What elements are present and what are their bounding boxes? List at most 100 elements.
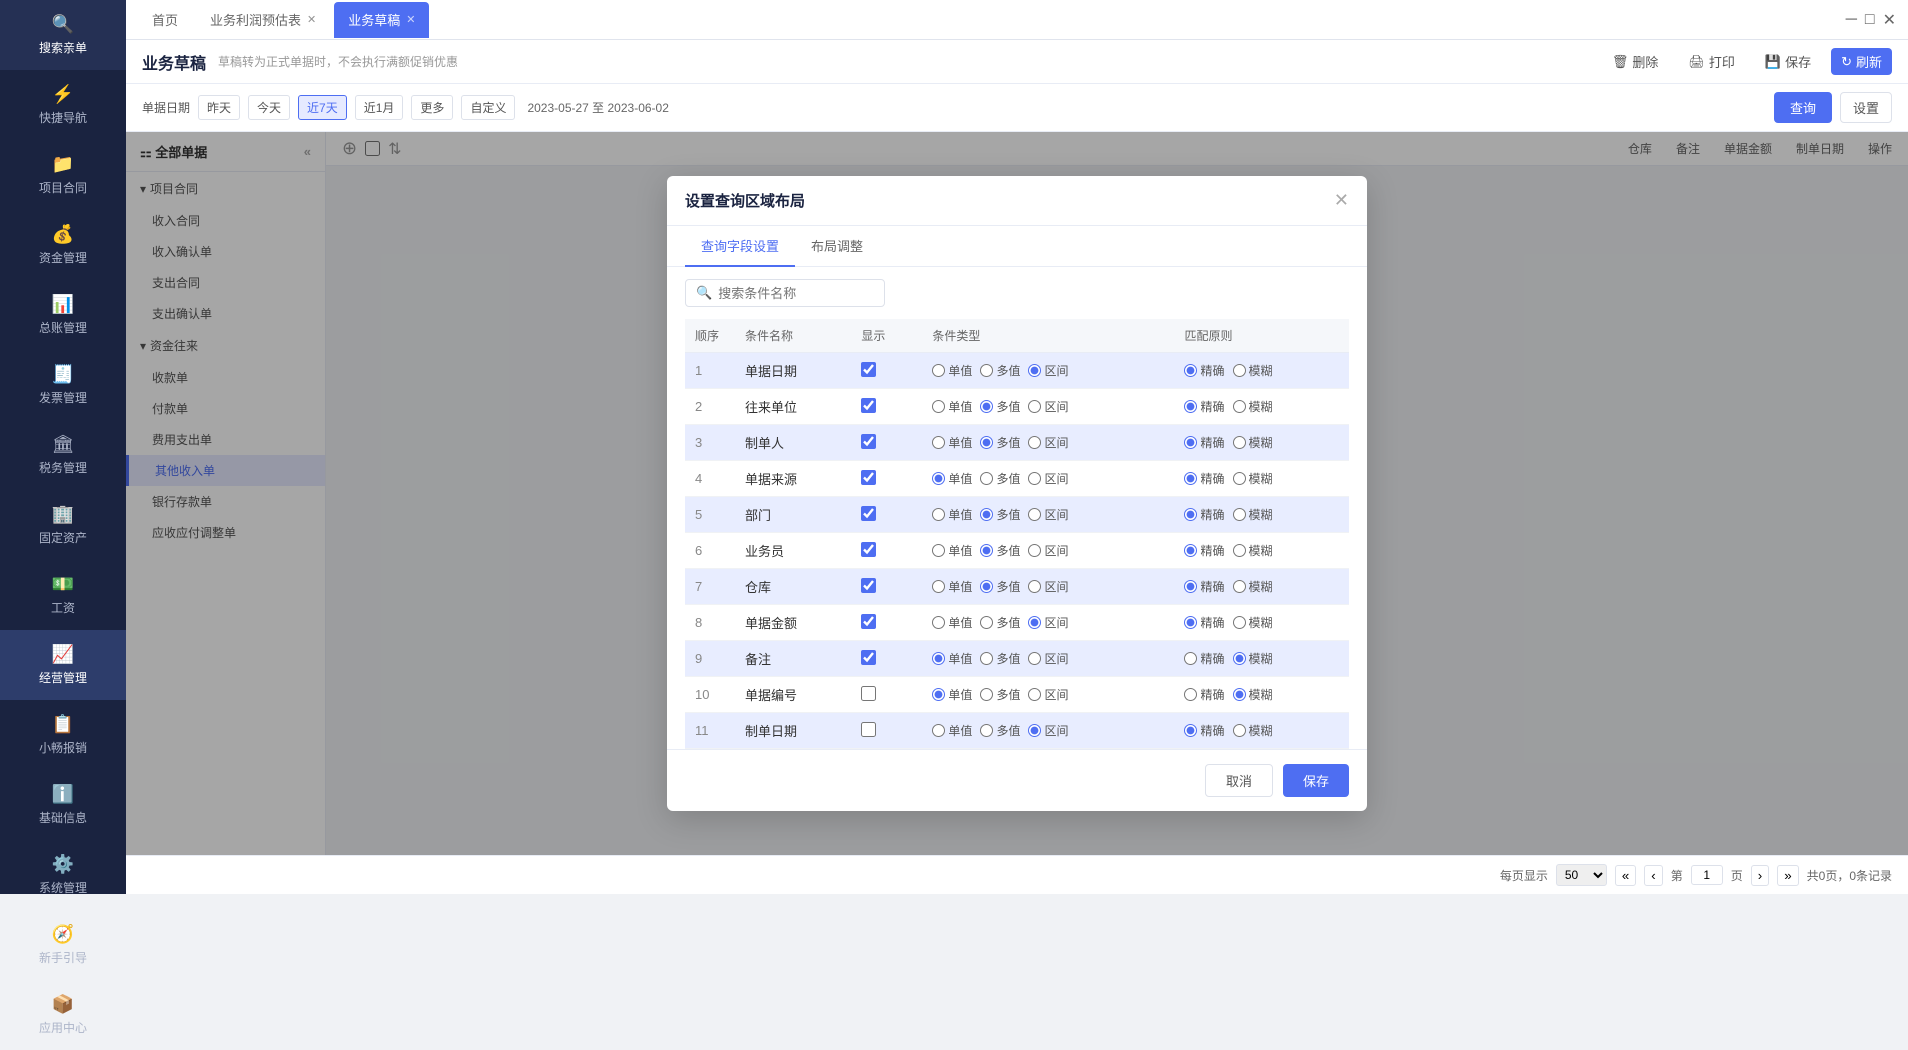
show-checkbox[interactable] [861,434,876,449]
prev-page-button[interactable]: ‹ [1644,865,1662,886]
type-option-多值[interactable]: 多值 [980,578,1020,595]
match-option-模糊[interactable]: 模糊 [1233,722,1273,739]
type-option-单值[interactable]: 单值 [932,542,972,559]
sidebar-item-expense[interactable]: 📋 小畅报销 [0,700,126,770]
type-option-区间[interactable]: 区间 [1028,614,1068,631]
match-option-模糊[interactable]: 模糊 [1233,434,1273,451]
type-option-单值[interactable]: 单值 [932,722,972,739]
match-option-模糊[interactable]: 模糊 [1233,650,1273,667]
date-yesterday[interactable]: 昨天 [198,95,240,120]
sidebar-item-project[interactable]: 📁 项目合同 [0,140,126,210]
sidebar-item-tax[interactable]: 🏛 税务管理 [0,420,126,490]
match-option-精确[interactable]: 精确 [1184,578,1224,595]
modal-save-button[interactable]: 保存 [1283,764,1349,797]
type-option-单值[interactable]: 单值 [932,614,972,631]
match-option-模糊[interactable]: 模糊 [1233,398,1273,415]
match-option-精确[interactable]: 精确 [1184,470,1224,487]
show-checkbox[interactable] [861,614,876,629]
type-option-区间[interactable]: 区间 [1028,470,1068,487]
date-more[interactable]: 更多 [411,95,453,120]
type-option-区间[interactable]: 区间 [1028,434,1068,451]
type-option-多值[interactable]: 多值 [980,722,1020,739]
sidebar-item-finance[interactable]: 💰 资金管理 [0,210,126,280]
show-checkbox[interactable] [861,722,876,737]
show-checkbox[interactable] [861,542,876,557]
next-page-button[interactable]: › [1751,865,1769,886]
match-option-模糊[interactable]: 模糊 [1233,686,1273,703]
tab-profit-close[interactable]: ✕ [307,13,316,26]
modal-close-button[interactable]: ✕ [1334,190,1349,211]
sidebar-item-nav[interactable]: ⚡ 快捷导航 [0,70,126,140]
last-page-button[interactable]: » [1777,865,1798,886]
type-option-区间[interactable]: 区间 [1028,722,1068,739]
type-option-单值[interactable]: 单值 [932,578,972,595]
tab-profit[interactable]: 业务利润预估表 ✕ [196,2,330,38]
match-option-模糊[interactable]: 模糊 [1233,578,1273,595]
type-option-单值[interactable]: 单值 [932,506,972,523]
save-button[interactable]: 💾 保存 [1755,48,1821,75]
tab-draft-close[interactable]: ✕ [406,13,415,26]
match-option-精确[interactable]: 精确 [1184,722,1224,739]
sidebar-item-search[interactable]: 🔍 搜索亲单 [0,0,126,70]
maximize-button[interactable]: □ [1865,11,1875,29]
type-option-多值[interactable]: 多值 [980,686,1020,703]
print-button[interactable]: 🖨 打印 [1678,48,1745,75]
type-option-多值[interactable]: 多值 [980,614,1020,631]
sidebar-item-apps[interactable]: 📦 应用中心 [0,980,126,1050]
sidebar-item-salary[interactable]: 💵 工资 [0,560,126,630]
match-option-精确[interactable]: 精确 [1184,434,1224,451]
match-option-精确[interactable]: 精确 [1184,542,1224,559]
type-option-多值[interactable]: 多值 [980,470,1020,487]
sidebar-item-operations[interactable]: 📈 经营管理 [0,630,126,700]
match-option-精确[interactable]: 精确 [1184,686,1224,703]
page-number-input[interactable] [1691,865,1723,885]
show-checkbox[interactable] [861,650,876,665]
tab-home[interactable]: 首页 [138,2,192,38]
match-option-模糊[interactable]: 模糊 [1233,506,1273,523]
type-option-多值[interactable]: 多值 [980,362,1020,379]
match-option-精确[interactable]: 精确 [1184,398,1224,415]
close-window-button[interactable]: ✕ [1883,10,1896,30]
sidebar-item-basic[interactable]: ℹ️ 基础信息 [0,770,126,840]
modal-tab-fields[interactable]: 查询字段设置 [685,226,795,267]
cancel-button[interactable]: 取消 [1205,764,1273,797]
type-option-区间[interactable]: 区间 [1028,398,1068,415]
sidebar-item-assets[interactable]: 🏢 固定资产 [0,490,126,560]
modal-search-input[interactable] [718,286,874,301]
first-page-button[interactable]: « [1615,865,1636,886]
type-option-多值[interactable]: 多值 [980,650,1020,667]
refresh-button[interactable]: ↻ 刷新 [1831,48,1892,75]
modal-tab-layout[interactable]: 布局调整 [795,226,879,267]
date-1month[interactable]: 近1月 [355,95,404,120]
type-option-区间[interactable]: 区间 [1028,578,1068,595]
type-option-单值[interactable]: 单值 [932,650,972,667]
sidebar-item-system[interactable]: ⚙️ 系统管理 [0,840,126,910]
type-option-单值[interactable]: 单值 [932,398,972,415]
tab-draft[interactable]: 业务草稿 ✕ [334,2,429,38]
sidebar-item-guide[interactable]: 🧭 新手引导 [0,910,126,980]
date-today[interactable]: 今天 [248,95,290,120]
delete-button[interactable]: 🗑 删除 [1602,48,1669,75]
match-option-精确[interactable]: 精确 [1184,506,1224,523]
match-option-精确[interactable]: 精确 [1184,614,1224,631]
match-option-精确[interactable]: 精确 [1184,362,1224,379]
query-button[interactable]: 查询 [1774,92,1832,123]
match-option-模糊[interactable]: 模糊 [1233,362,1273,379]
type-option-多值[interactable]: 多值 [980,434,1020,451]
minimize-button[interactable]: ─ [1846,11,1857,29]
type-option-多值[interactable]: 多值 [980,398,1020,415]
date-7days[interactable]: 近7天 [298,95,347,120]
type-option-单值[interactable]: 单值 [932,362,972,379]
sidebar-item-invoice[interactable]: 🧾 发票管理 [0,350,126,420]
match-option-模糊[interactable]: 模糊 [1233,614,1273,631]
type-option-单值[interactable]: 单值 [932,686,972,703]
show-checkbox[interactable] [861,398,876,413]
show-checkbox[interactable] [861,506,876,521]
type-option-单值[interactable]: 单值 [932,470,972,487]
sidebar-item-ledger[interactable]: 📊 总账管理 [0,280,126,350]
type-option-区间[interactable]: 区间 [1028,542,1068,559]
match-option-精确[interactable]: 精确 [1184,650,1224,667]
show-checkbox[interactable] [861,470,876,485]
show-checkbox[interactable] [861,686,876,701]
date-custom[interactable]: 自定义 [461,95,515,120]
